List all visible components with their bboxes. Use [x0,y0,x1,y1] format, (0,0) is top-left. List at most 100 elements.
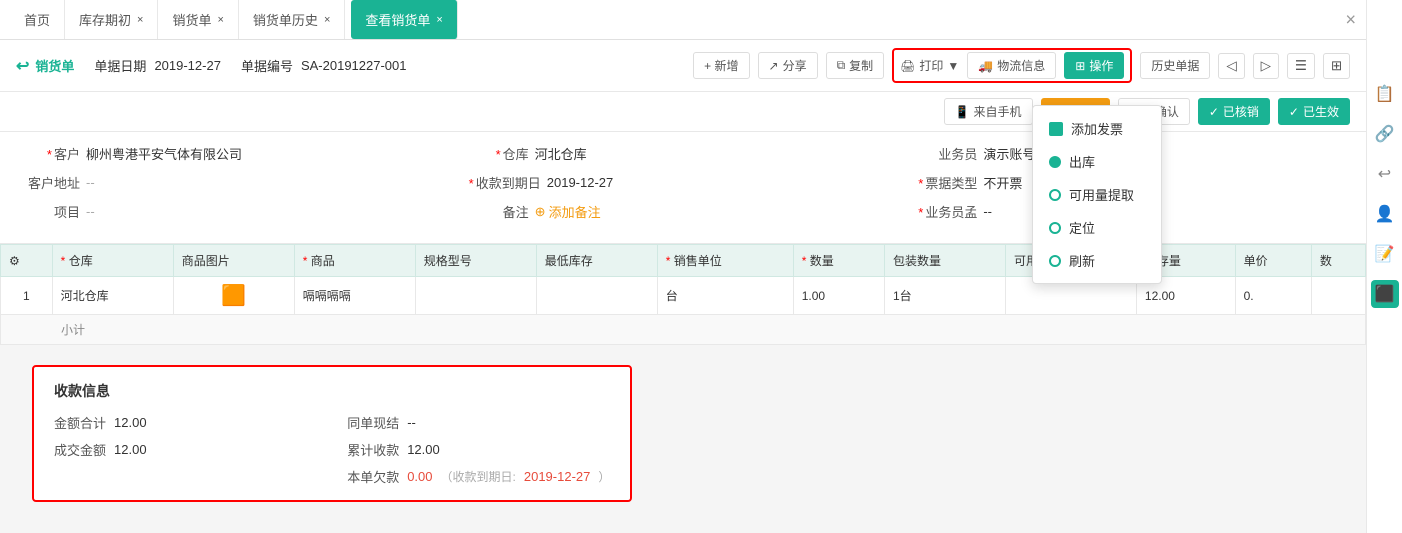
col-product: * 商品 [294,245,415,277]
next-button[interactable]: ▷ [1253,53,1279,79]
dropdown-locate[interactable]: 定位 [1033,211,1161,244]
share-button[interactable]: ↗ 分享 [758,52,818,79]
project-value: -- [86,204,95,219]
col-spec: 规格型号 [415,245,536,277]
col-unit: * 销售单位 [657,245,793,277]
row-num: 1 [1,277,53,315]
same-bill-value: -- [407,415,416,430]
tab-close-view-sales[interactable]: × [436,14,442,26]
tab-sales[interactable]: 销货单 × [158,0,238,39]
print-icon: 🖨 [900,59,915,73]
prev-button[interactable]: ◁ [1218,53,1244,79]
note-label: 备注 [469,202,529,221]
tab-home[interactable]: 首页 [10,0,65,39]
due-note: （收款到期日: [441,468,516,485]
warehouse-field: 仓库 河北仓库 [469,144,898,163]
cancelled-button[interactable]: ✓ 已核销 [1198,98,1270,125]
deal-label: 成交金额 [54,440,106,459]
product-image: 🟧 [221,285,246,307]
new-button[interactable]: + 新增 [693,52,749,79]
phone-icon: 📱 [955,105,970,119]
print-button[interactable]: 🖨 打印 ▼ [900,57,959,74]
total-label: 金额合计 [54,413,106,432]
dropdown-refresh[interactable]: 刷新 [1033,244,1161,277]
tab-close-sales[interactable]: × [217,14,223,26]
customer-label: 客户 [20,144,80,163]
ticket-value: 不开票 [983,173,1022,192]
warehouse-value: 河北仓库 [535,144,587,163]
project-label: 项目 [20,202,80,221]
sidebar-icon-6[interactable]: ⬛ [1371,280,1399,308]
due-date-value: 2019-12-27 [547,175,614,190]
tab-close-inventory[interactable]: × [137,14,143,26]
staff2-label: 业务员孟 [917,202,977,221]
dropdown-menu: 添加发票 出库 可用量提取 定位 刷新 [1032,105,1162,284]
locate-icon [1049,222,1061,234]
sidebar-icon-3[interactable]: ↩ [1371,160,1399,188]
tab-bar: 首页 库存期初 × 销货单 × 销货单历史 × 查看销货单 × × [0,0,1366,40]
doc-date-meta: 单据日期 2019-12-27 [94,56,221,75]
col-price: 单价 [1235,245,1311,277]
cum-value: 12.00 [407,442,440,457]
col-min-stock: 最低库存 [536,245,657,277]
logistics-button[interactable]: 🚚 物流信息 [967,52,1056,79]
share-icon: ↗ [769,59,779,73]
address-field: 客户地址 -- [20,173,449,192]
row-qty: 1.00 [793,277,884,315]
dropdown-available-qty[interactable]: 可用量提取 [1033,178,1161,211]
view-list-button[interactable]: ☰ [1287,53,1315,79]
total-value: 12.00 [114,415,147,430]
due-row: 本单欠款 0.00 （收款到期日: 2019-12-27 ） [347,467,610,486]
subtotal-row: 小计 [1,315,1366,345]
history-button[interactable]: 历史单据 [1140,52,1210,79]
address-value: -- [86,175,95,190]
col-pack-qty: 包装数量 [884,245,1005,277]
dropdown-add-invoice[interactable]: 添加发票 [1033,112,1161,145]
add-note-button[interactable]: ⊕ 添加备注 [535,202,601,221]
row-spec [415,277,536,315]
sidebar-icon-4[interactable]: 👤 [1371,200,1399,228]
sidebar-icon-5[interactable]: 📝 [1371,240,1399,268]
tab-sales-history[interactable]: 销货单历史 × [239,0,345,39]
col-gear: ⚙ [1,245,53,277]
right-sidebar: 📋 🔗 ↩ 👤 📝 ⬛ [1366,0,1402,533]
sidebar-icon-2[interactable]: 🔗 [1371,120,1399,148]
staff2-value: -- [983,204,992,219]
same-bill-row: 同单现结 -- [347,413,610,432]
row-price: 0. [1235,277,1311,315]
subtotal-label: 小计 [1,315,1366,345]
outbound-icon [1049,156,1061,168]
dropdown-outbound[interactable]: 出库 [1033,145,1161,178]
copy-button[interactable]: ⧉ 复制 [826,52,885,79]
deal-row: 成交金额 12.00 [54,440,317,459]
truck-icon: 🚚 [978,59,993,73]
same-bill-label: 同单现结 [347,413,399,432]
sidebar-icon-1[interactable]: 📋 [1371,80,1399,108]
operate-button[interactable]: ⊞ 操作 [1064,52,1124,79]
warehouse-label: 仓库 [469,144,529,163]
effective-icon: ✓ [1289,105,1299,119]
payment-section: 收款信息 金额合计 12.00 同单现结 -- 成交金额 12.00 累计收款 … [0,345,1366,522]
add-invoice-icon [1049,122,1063,136]
due-label: 本单欠款 [347,467,399,486]
window-close-button[interactable]: × [1345,9,1356,30]
cum-label: 累计收款 [347,440,399,459]
payment-title: 收款信息 [54,381,610,401]
tab-inventory[interactable]: 库存期初 × [65,0,158,39]
tab-close-sales-history[interactable]: × [324,14,330,26]
tab-view-sales[interactable]: 查看销货单 × [351,0,457,39]
col-image: 商品图片 [173,245,294,277]
refresh-icon [1049,255,1061,267]
row-warehouse: 河北仓库 [52,277,173,315]
note-field: 备注 ⊕ 添加备注 [469,202,898,221]
view-grid-button[interactable]: ⊞ [1323,53,1350,79]
row-pack-qty: 1台 [884,277,1005,315]
total-row: 金额合计 12.00 [54,413,317,432]
from-phone-button[interactable]: 📱 来自手机 [944,98,1033,125]
circle-check-icon: ✓ [1209,105,1219,119]
row-unit: 台 [657,277,793,315]
row-min-stock [536,277,657,315]
customer-value: 柳州粤港平安气体有限公司 [86,144,242,163]
locate-label: 定位 [1069,218,1095,237]
effective-button[interactable]: ✓ 已生效 [1278,98,1350,125]
